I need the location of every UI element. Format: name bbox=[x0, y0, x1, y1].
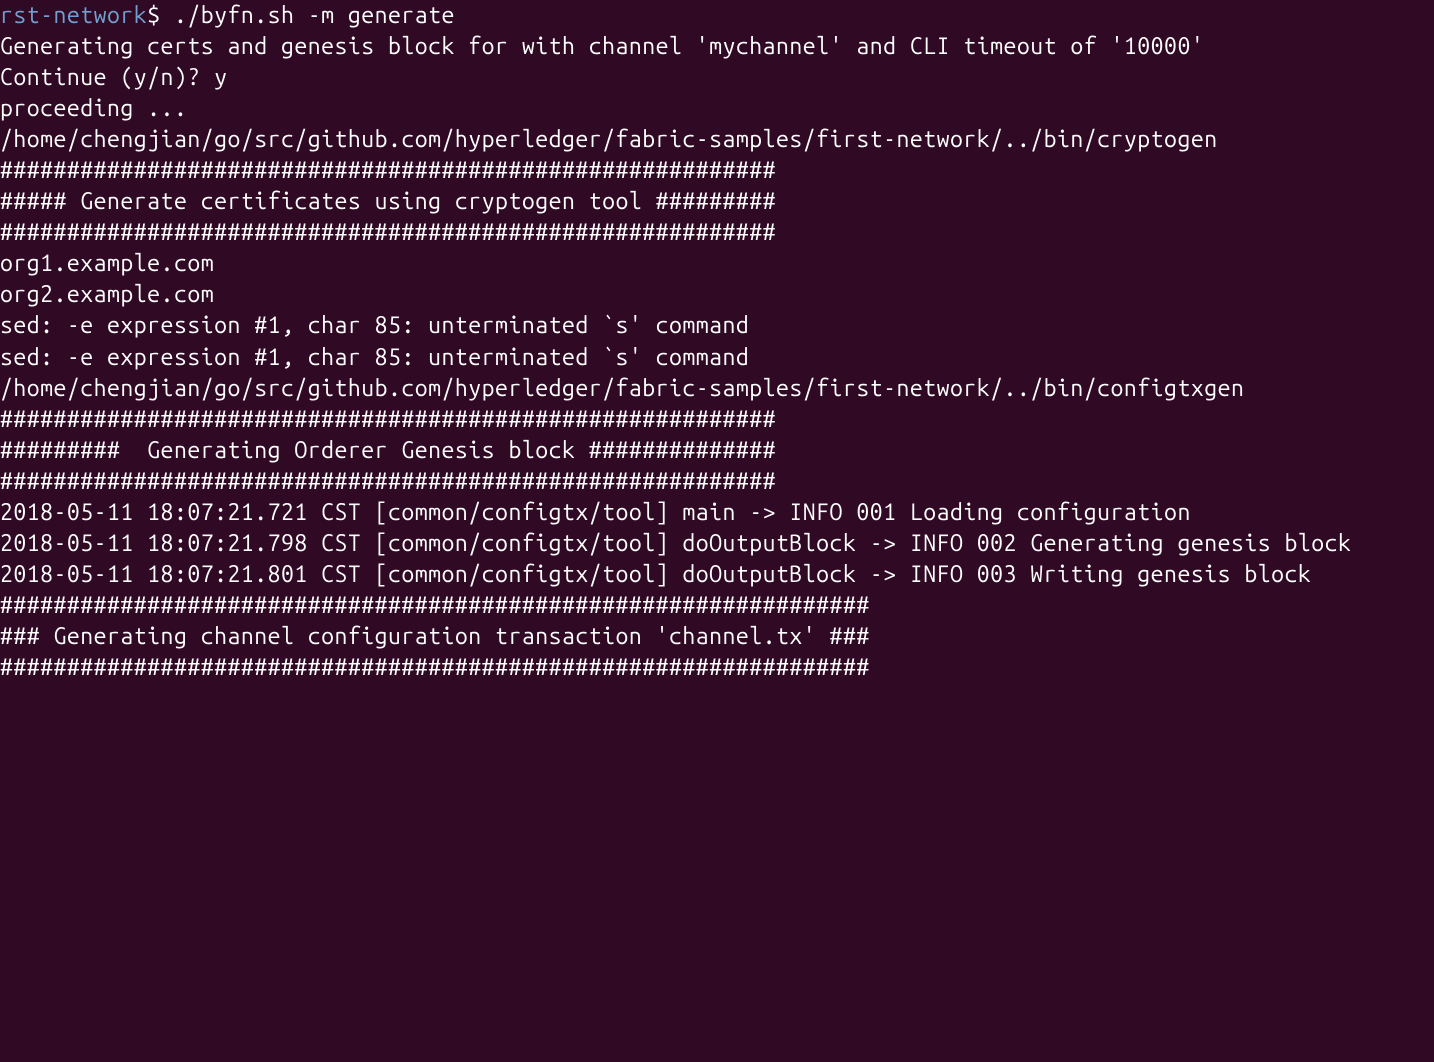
output-line: proceeding ... bbox=[0, 93, 1434, 124]
output-line: ######### Generating Orderer Genesis blo… bbox=[0, 435, 1434, 466]
output-line: /home/chengjian/go/src/github.com/hyperl… bbox=[0, 124, 1434, 155]
output-line: Continue (y/n)? y bbox=[0, 62, 1434, 93]
prompt-symbol: $ bbox=[147, 3, 174, 28]
output-line: ########################################… bbox=[0, 652, 1434, 683]
output-line: ########################################… bbox=[0, 590, 1434, 621]
output-line: ########################################… bbox=[0, 155, 1434, 186]
output-line: ########################################… bbox=[0, 466, 1434, 497]
output-line: ### Generating channel configuration tra… bbox=[0, 621, 1434, 652]
output-line: /home/chengjian/go/src/github.com/hyperl… bbox=[0, 373, 1434, 404]
output-line: 2018-05-11 18:07:21.798 CST [common/conf… bbox=[0, 528, 1434, 559]
output-line: ##### Generate certificates using crypto… bbox=[0, 186, 1434, 217]
prompt-path: rst-network bbox=[0, 3, 147, 28]
output-line: org1.example.com bbox=[0, 248, 1434, 279]
command-text: ./byfn.sh -m generate bbox=[174, 3, 455, 28]
terminal-window[interactable]: rst-network$ ./byfn.sh -m generateGenera… bbox=[0, 0, 1434, 683]
output-line: sed: -e expression #1, char 85: untermin… bbox=[0, 342, 1434, 373]
output-line: Generating certs and genesis block for w… bbox=[0, 31, 1434, 62]
output-line: 2018-05-11 18:07:21.721 CST [common/conf… bbox=[0, 497, 1434, 528]
output-line: ########################################… bbox=[0, 404, 1434, 435]
output-line: ########################################… bbox=[0, 217, 1434, 248]
output-line: sed: -e expression #1, char 85: untermin… bbox=[0, 310, 1434, 341]
output-line: 2018-05-11 18:07:21.801 CST [common/conf… bbox=[0, 559, 1434, 590]
output-line: org2.example.com bbox=[0, 279, 1434, 310]
command-line: rst-network$ ./byfn.sh -m generate bbox=[0, 0, 1434, 31]
